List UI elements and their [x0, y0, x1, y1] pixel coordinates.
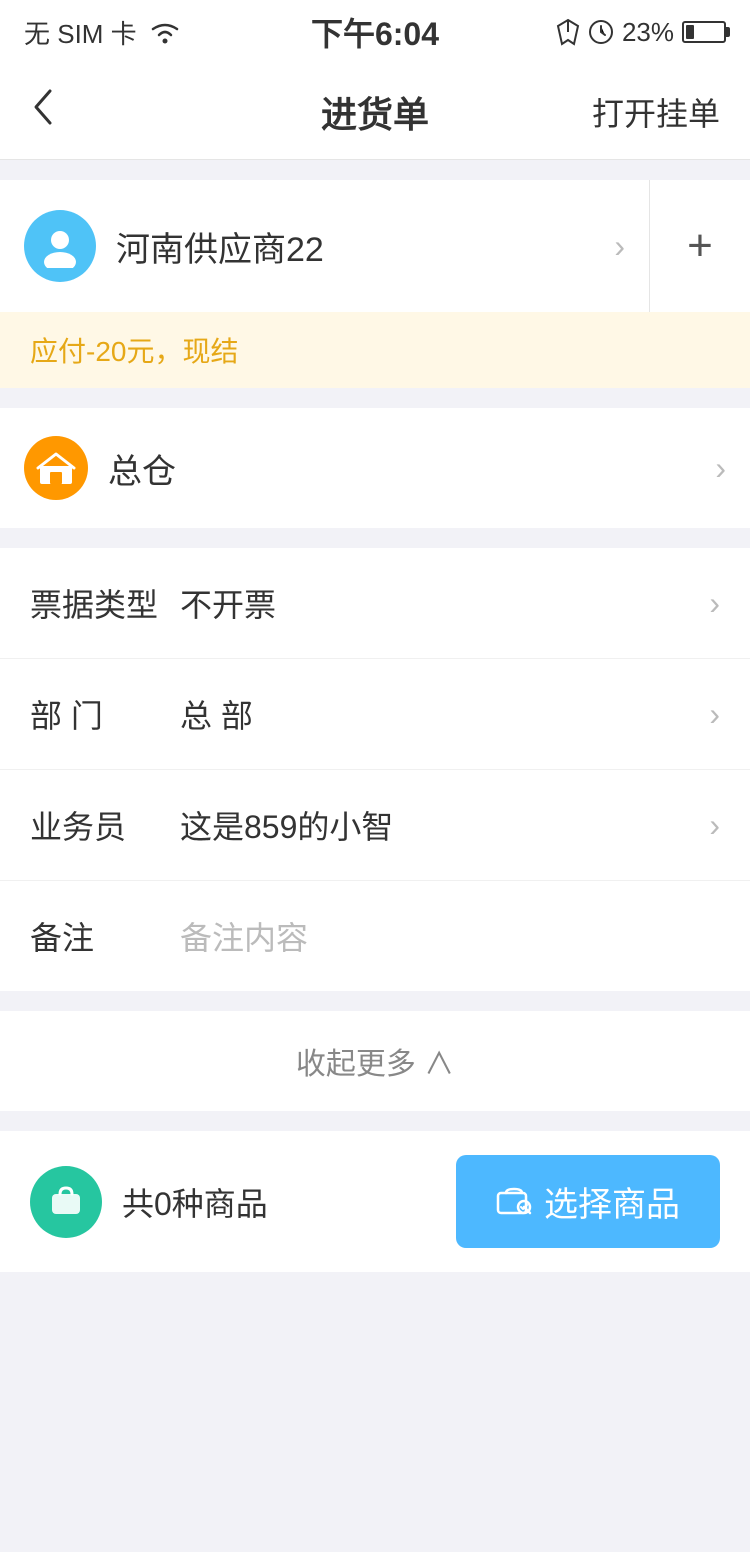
- nav-bar: 进货单 打开挂单: [0, 64, 750, 160]
- open-pending-button[interactable]: 打开挂单: [592, 89, 720, 135]
- battery-icon: [682, 21, 726, 43]
- back-button[interactable]: [30, 77, 74, 146]
- section-gap-1: [0, 160, 750, 180]
- status-carrier: 无 SIM 卡: [24, 14, 183, 51]
- department-value: 总 部: [180, 691, 697, 737]
- location-icon: [556, 18, 580, 46]
- product-count-text: 共0种商品: [122, 1179, 436, 1225]
- battery-text: 23%: [622, 17, 674, 48]
- page-title: 进货单: [321, 86, 429, 138]
- status-bar: 无 SIM 卡 下午6:04 23%: [0, 0, 750, 64]
- warehouse-name: 总仓: [108, 444, 703, 493]
- form-section: 票据类型 不开票 › 部 门 总 部 › 业务员 这是859的小智 › 备注 备…: [0, 548, 750, 991]
- select-product-label: 选择商品: [544, 1177, 680, 1226]
- supplier-section: 河南供应商22 › +: [0, 180, 750, 312]
- remark-label: 备注: [30, 913, 160, 959]
- remark-input[interactable]: 备注内容: [180, 913, 720, 959]
- warehouse-chevron-icon: ›: [715, 450, 726, 487]
- gray-fill-area: [0, 1272, 750, 1552]
- clock-icon: [588, 19, 614, 45]
- warehouse-icon: [24, 436, 88, 500]
- supplier-select-row[interactable]: 河南供应商22 ›: [0, 180, 650, 312]
- select-product-button[interactable]: 选择商品: [456, 1155, 720, 1248]
- battery-fill: [686, 25, 694, 39]
- salesperson-chevron-icon: ›: [709, 807, 720, 844]
- supplier-avatar: [24, 210, 96, 282]
- department-label: 部 门: [30, 691, 160, 737]
- department-row[interactable]: 部 门 总 部 ›: [0, 659, 750, 770]
- status-right: 23%: [556, 17, 726, 48]
- department-chevron-icon: ›: [709, 696, 720, 733]
- person-icon: [38, 224, 82, 268]
- notice-text: 应付-20元，现结: [30, 336, 238, 367]
- supplier-chevron-icon: ›: [614, 228, 625, 265]
- salesperson-value: 这是859的小智: [180, 802, 697, 848]
- invoice-type-chevron-icon: ›: [709, 585, 720, 622]
- supplier-name: 河南供应商22: [116, 222, 602, 271]
- bottom-bar: 共0种商品 选择商品: [0, 1131, 750, 1272]
- select-product-icon: [496, 1187, 532, 1217]
- notice-bar: 应付-20元，现结: [0, 312, 750, 388]
- salesperson-label: 业务员: [30, 802, 160, 848]
- salesperson-row[interactable]: 业务员 这是859的小智 ›: [0, 770, 750, 881]
- remark-row[interactable]: 备注 备注内容: [0, 881, 750, 991]
- invoice-type-row[interactable]: 票据类型 不开票 ›: [0, 548, 750, 659]
- carrier-text: 无 SIM 卡: [24, 14, 137, 51]
- cart-icon: [30, 1166, 102, 1238]
- supplier-add-button[interactable]: +: [650, 191, 750, 301]
- invoice-type-value: 不开票: [180, 580, 697, 626]
- collapse-section[interactable]: 收起更多 ∧: [0, 1011, 750, 1111]
- collapse-button[interactable]: 收起更多 ∧: [296, 1039, 454, 1083]
- wifi-icon: [147, 19, 183, 45]
- status-time: 下午6:04: [311, 9, 439, 55]
- warehouse-row[interactable]: 总仓 ›: [0, 408, 750, 528]
- invoice-type-label: 票据类型: [30, 580, 160, 626]
